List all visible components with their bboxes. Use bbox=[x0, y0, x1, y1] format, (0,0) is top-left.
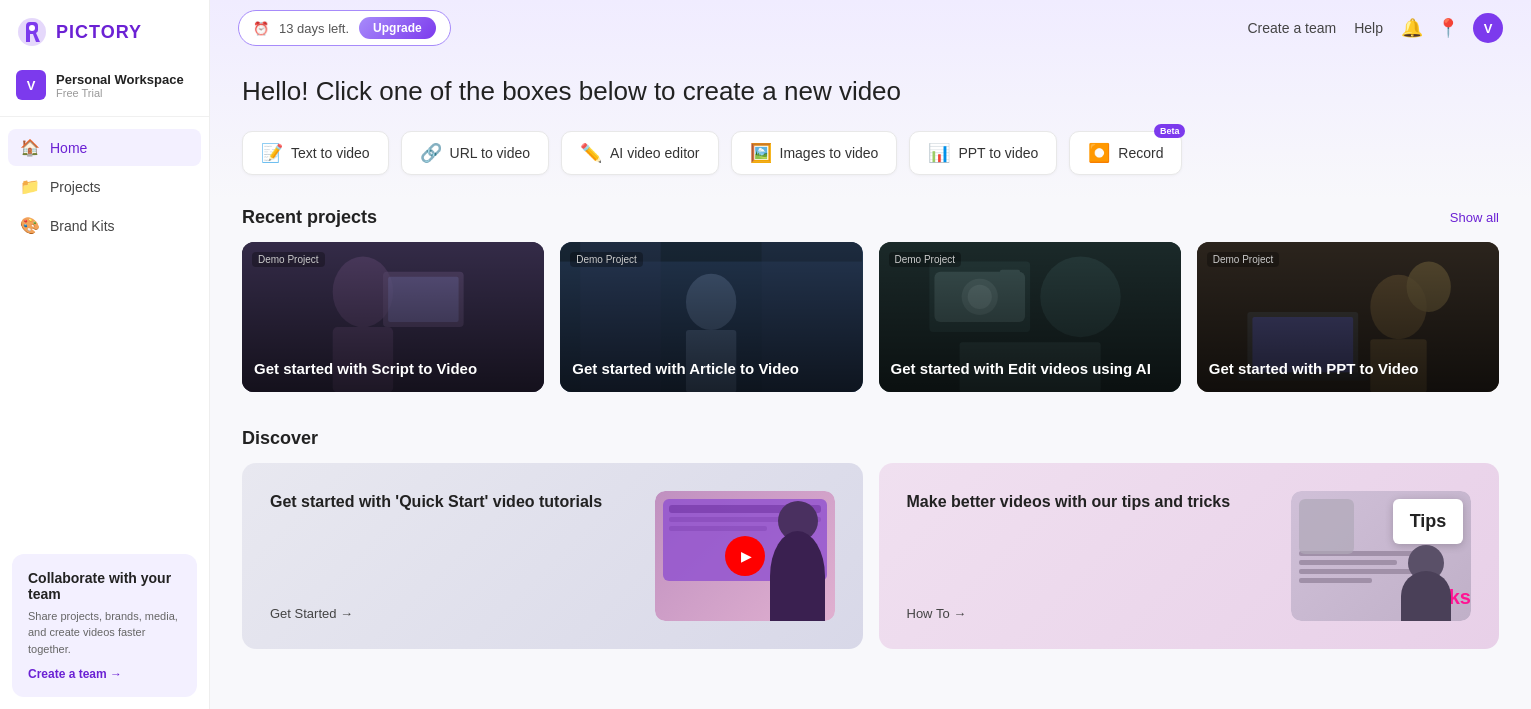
project-title-4: Get started with PPT to Video bbox=[1209, 359, 1487, 379]
trial-banner: ⏰ 13 days left. Upgrade bbox=[238, 10, 451, 46]
record-icon: ⏺️ bbox=[1088, 142, 1110, 164]
sidebar-item-home-label: Home bbox=[50, 140, 87, 156]
main-content: ⏰ 13 days left. Upgrade Create a team He… bbox=[210, 0, 1531, 709]
ai-video-editor-label: AI video editor bbox=[610, 145, 700, 161]
project-title-3: Get started with Edit videos using AI bbox=[891, 359, 1169, 379]
projects-icon: 📁 bbox=[20, 177, 40, 196]
discover-card-tutorials-left: Get started with 'Quick Start' video tut… bbox=[270, 491, 639, 621]
sidebar-item-brand-kits-label: Brand Kits bbox=[50, 218, 115, 234]
projects-grid: Demo Project Get started with Script to … bbox=[242, 242, 1499, 392]
discover-card-tutorials[interactable]: Get started with 'Quick Start' video tut… bbox=[242, 463, 863, 649]
svg-point-1 bbox=[29, 25, 35, 31]
text-to-video-label: Text to video bbox=[291, 145, 370, 161]
brand-kits-icon: 🎨 bbox=[20, 216, 40, 235]
page-content: Hello! Click one of the boxes below to c… bbox=[210, 56, 1531, 681]
logo-container: PICTORY bbox=[0, 0, 209, 62]
discover-tips-media: Tips Tricks bbox=[1291, 491, 1471, 621]
url-to-video-label: URL to video bbox=[450, 145, 530, 161]
project-tag-4: Demo Project bbox=[1207, 252, 1280, 267]
project-card-2[interactable]: Demo Project Get started with Article to… bbox=[560, 242, 862, 392]
page-title: Hello! Click one of the boxes below to c… bbox=[242, 76, 1499, 107]
project-card-3[interactable]: Demo Project Get started with Edit video… bbox=[879, 242, 1181, 392]
url-to-video-button[interactable]: 🔗 URL to video bbox=[401, 131, 549, 175]
sidebar-item-projects[interactable]: 📁 Projects bbox=[8, 168, 201, 205]
collaborate-title: Collaborate with your team bbox=[28, 570, 181, 602]
sidebar-item-projects-label: Projects bbox=[50, 179, 101, 195]
collaborate-panel: Collaborate with your team Share project… bbox=[12, 554, 197, 698]
discover-tutorials-link[interactable]: Get Started → bbox=[270, 606, 639, 621]
workspace-avatar: V bbox=[16, 70, 46, 100]
notifications-icon[interactable]: 🔔 bbox=[1401, 17, 1423, 39]
recent-projects-header: Recent projects Show all bbox=[242, 207, 1499, 228]
header-icons: 🔔 📍 V bbox=[1401, 13, 1503, 43]
clock-icon: ⏰ bbox=[253, 21, 269, 36]
recent-projects-title: Recent projects bbox=[242, 207, 377, 228]
project-tag-3: Demo Project bbox=[889, 252, 962, 267]
header-right: Create a team Help 🔔 📍 V bbox=[1247, 13, 1503, 43]
creation-buttons-row: 📝 Text to video 🔗 URL to video ✏️ AI vid… bbox=[242, 131, 1499, 175]
images-to-video-label: Images to video bbox=[780, 145, 879, 161]
discover-card-tips[interactable]: Make better videos with our tips and tri… bbox=[879, 463, 1500, 649]
project-card-4[interactable]: Demo Project Get started with PPT to Vid… bbox=[1197, 242, 1499, 392]
project-card-1[interactable]: Demo Project Get started with Script to … bbox=[242, 242, 544, 392]
top-bar: ⏰ 13 days left. Upgrade Create a team He… bbox=[210, 0, 1531, 56]
discover-tips-title: Make better videos with our tips and tri… bbox=[907, 491, 1276, 513]
images-to-video-icon: 🖼️ bbox=[750, 142, 772, 164]
ppt-to-video-icon: 📊 bbox=[928, 142, 950, 164]
record-label: Record bbox=[1118, 145, 1163, 161]
logo-text: PICTORY bbox=[56, 22, 142, 43]
discover-tutorials-title: Get started with 'Quick Start' video tut… bbox=[270, 491, 639, 513]
tips-card: Tips bbox=[1393, 499, 1463, 544]
ai-video-editor-icon: ✏️ bbox=[580, 142, 602, 164]
record-button[interactable]: ⏺️ Record Beta bbox=[1069, 131, 1182, 175]
sidebar-item-home[interactable]: 🏠 Home bbox=[8, 129, 201, 166]
show-all-link[interactable]: Show all bbox=[1450, 210, 1499, 225]
workspace-info: V Personal Workspace Free Trial bbox=[0, 62, 209, 117]
project-tag-2: Demo Project bbox=[570, 252, 643, 267]
discover-grid: Get started with 'Quick Start' video tut… bbox=[242, 463, 1499, 649]
workspace-name: Personal Workspace bbox=[56, 72, 184, 87]
collaborate-description: Share projects, brands, media, and creat… bbox=[28, 608, 181, 658]
sidebar-item-brand-kits[interactable]: 🎨 Brand Kits bbox=[8, 207, 201, 244]
upgrade-button[interactable]: Upgrade bbox=[359, 17, 436, 39]
beta-badge: Beta bbox=[1154, 124, 1186, 138]
discover-title: Discover bbox=[242, 428, 1499, 449]
pictory-logo-icon bbox=[16, 16, 48, 48]
user-avatar[interactable]: V bbox=[1473, 13, 1503, 43]
discover-card-tips-left: Make better videos with our tips and tri… bbox=[907, 491, 1276, 621]
discover-tips-link[interactable]: How To → bbox=[907, 606, 1276, 621]
ppt-to-video-label: PPT to video bbox=[958, 145, 1038, 161]
sidebar: PICTORY V Personal Workspace Free Trial … bbox=[0, 0, 210, 709]
text-to-video-icon: 📝 bbox=[261, 142, 283, 164]
create-team-link[interactable]: Create a team → bbox=[28, 667, 181, 681]
create-team-header[interactable]: Create a team bbox=[1247, 20, 1336, 36]
text-to-video-button[interactable]: 📝 Text to video bbox=[242, 131, 389, 175]
play-button[interactable]: ▶ bbox=[725, 536, 765, 576]
url-to-video-icon: 🔗 bbox=[420, 142, 442, 164]
project-title-2: Get started with Article to Video bbox=[572, 359, 850, 379]
images-to-video-button[interactable]: 🖼️ Images to video bbox=[731, 131, 898, 175]
workspace-plan: Free Trial bbox=[56, 87, 184, 99]
ai-video-editor-button[interactable]: ✏️ AI video editor bbox=[561, 131, 719, 175]
ppt-to-video-button[interactable]: 📊 PPT to video bbox=[909, 131, 1057, 175]
project-tag-1: Demo Project bbox=[252, 252, 325, 267]
discover-tutorials-media: ▶ bbox=[655, 491, 835, 621]
home-icon: 🏠 bbox=[20, 138, 40, 157]
trial-days-left: 13 days left. bbox=[279, 21, 349, 36]
project-title-1: Get started with Script to Video bbox=[254, 359, 532, 379]
sidebar-nav: 🏠 Home 📁 Projects 🎨 Brand Kits bbox=[0, 125, 209, 542]
help-link[interactable]: Help bbox=[1354, 20, 1383, 36]
location-icon[interactable]: 📍 bbox=[1437, 17, 1459, 39]
